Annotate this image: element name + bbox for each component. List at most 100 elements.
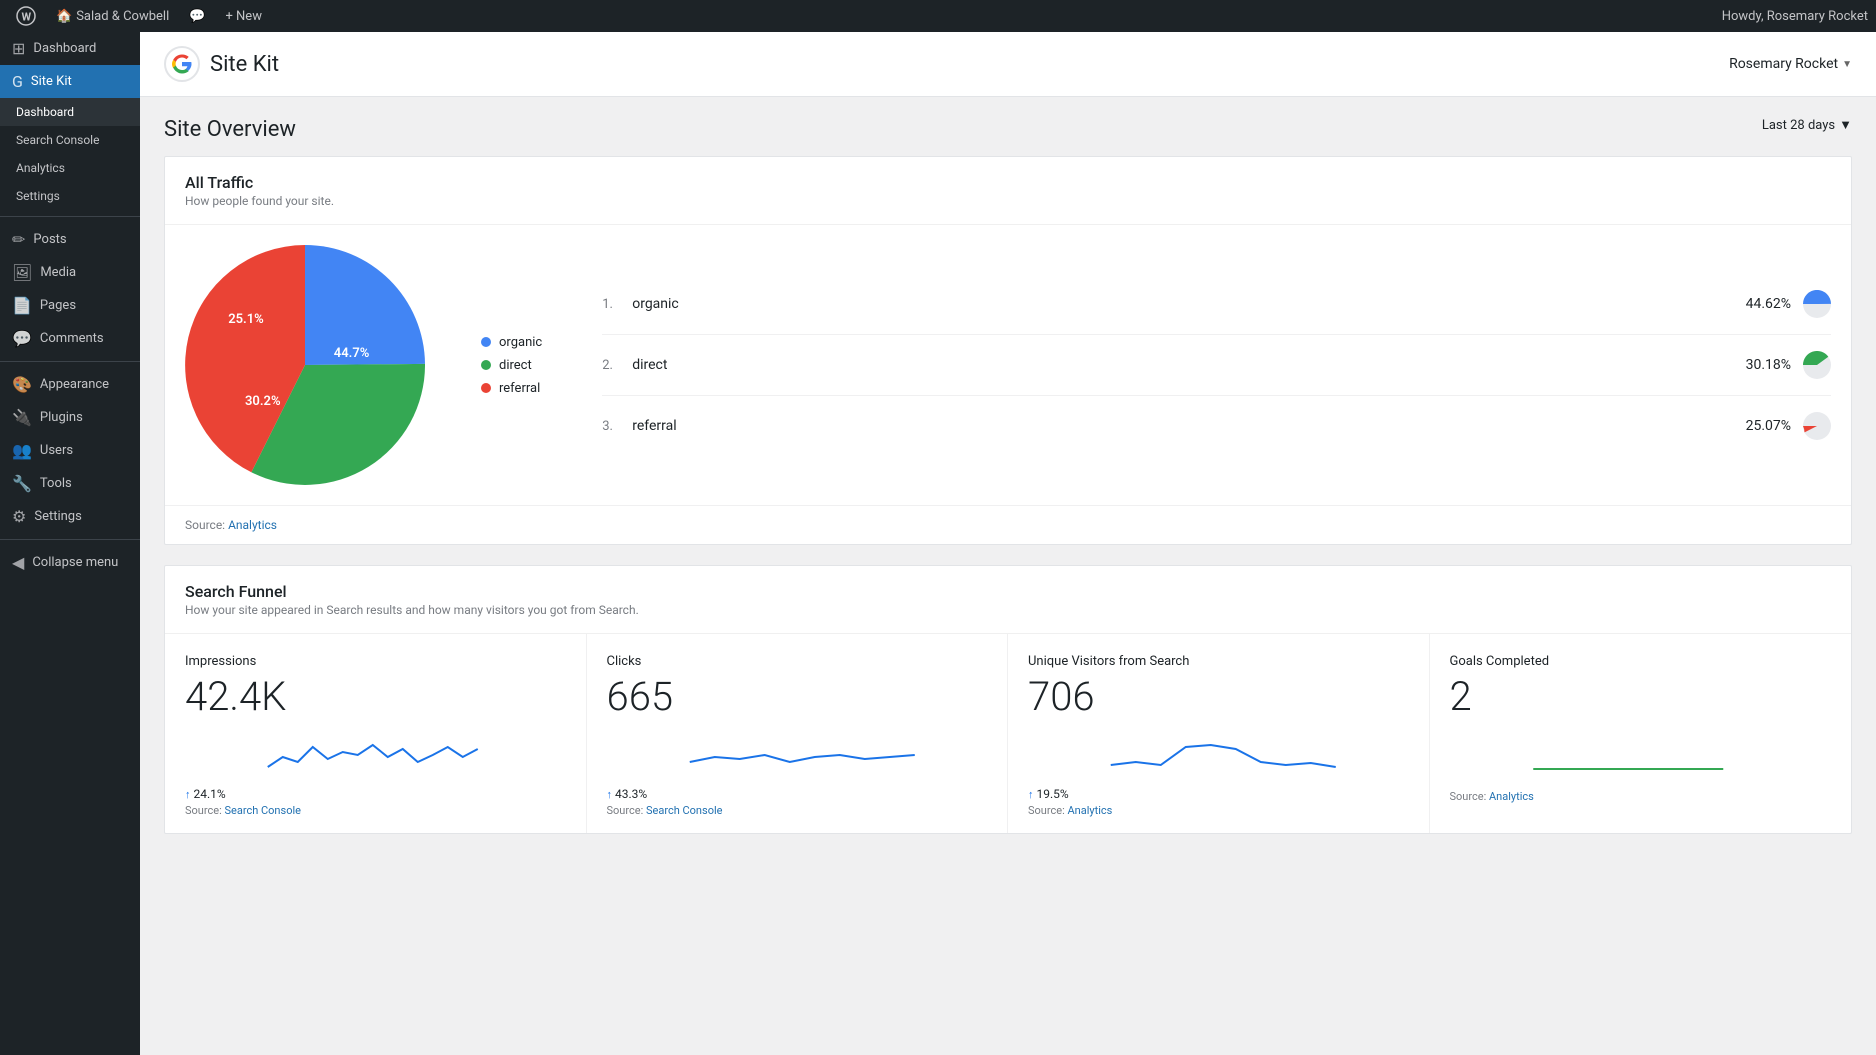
goals-source-link[interactable]: Analytics — [1489, 790, 1534, 803]
sidebar-sitekit-label: Site Kit — [31, 74, 72, 89]
pages-icon: 📄 — [12, 296, 32, 315]
sitekit-icon: G — [12, 72, 23, 91]
sidebar-divider-2 — [0, 361, 140, 362]
plugin-name-label: Site Kit — [210, 52, 279, 77]
funnel-grid: Impressions 42.4K ↑ 24.1% Source: Search… — [165, 634, 1851, 833]
new-label: + New — [225, 9, 262, 24]
howdy-text: Howdy, Rosemary Rocket — [1722, 9, 1868, 24]
users-icon: 👥 — [12, 441, 32, 460]
comments-button[interactable]: 💬 — [181, 9, 213, 24]
sidebar-sub-analytics[interactable]: Analytics — [0, 154, 140, 182]
row-label-organic: organic — [632, 296, 679, 312]
traffic-table: 1. organic 44.62% — [602, 274, 1831, 456]
collapse-label: Collapse menu — [32, 555, 118, 570]
mini-pie-organic — [1803, 290, 1831, 318]
sidebar-sub-dashboard[interactable]: Dashboard — [0, 98, 140, 126]
site-name-button[interactable]: 🏠 Salad & Cowbell — [48, 9, 177, 24]
clicks-source: Source: Search Console — [607, 804, 988, 817]
sidebar-sub-settings[interactable]: Settings — [0, 182, 140, 210]
traffic-row-organic-left: 1. organic — [602, 296, 679, 312]
traffic-source-link[interactable]: Analytics — [228, 518, 277, 532]
goals-value: 2 — [1450, 675, 1832, 719]
legend-dot-referral — [481, 383, 491, 393]
legend-label-direct: direct — [499, 358, 532, 373]
sidebar-item-collapse[interactable]: ◀ Collapse menu — [0, 546, 140, 579]
funnel-unique-visitors: Unique Visitors from Search 706 ↑ 19.5% … — [1008, 634, 1430, 833]
legend-label-referral: referral — [499, 381, 540, 396]
legend-direct: direct — [481, 358, 542, 373]
organic-pct: 44.62% — [1746, 296, 1791, 312]
funnel-clicks: Clicks 665 ↑ 43.3% Source: Search Consol… — [587, 634, 1009, 833]
settings-label: Settings — [34, 509, 81, 524]
adminbar-left: W 🏠 Salad & Cowbell 💬 + New — [8, 6, 270, 26]
goals-sparkline — [1450, 727, 1832, 777]
row-label-direct: direct — [632, 357, 667, 373]
svg-text:W: W — [22, 11, 32, 24]
impressions-source: Source: Search Console — [185, 804, 566, 817]
comments-icon: 💬 — [189, 9, 205, 24]
impressions-change: ↑ 24.1% — [185, 787, 566, 801]
pages-label: Pages — [40, 298, 76, 313]
traffic-source-label: Source: — [185, 518, 225, 532]
legend-dot-direct — [481, 360, 491, 370]
legend-referral: referral — [481, 381, 542, 396]
sidebar-item-tools[interactable]: 🔧 Tools — [0, 467, 140, 500]
all-traffic-title: All Traffic — [185, 173, 1831, 192]
direct-pct: 30.18% — [1746, 357, 1791, 373]
traffic-layout: 44.7% 30.2% 25.1% organic — [185, 245, 1831, 485]
user-name-label: Rosemary Rocket — [1729, 56, 1838, 72]
new-button[interactable]: + New — [217, 9, 270, 24]
wp-logo-button[interactable]: W — [8, 6, 44, 26]
goals-label: Goals Completed — [1450, 654, 1832, 669]
clicks-source-link[interactable]: Search Console — [646, 804, 722, 817]
traffic-row-direct: 2. direct 30.18% — [602, 335, 1831, 396]
date-range-dropdown[interactable]: Last 28 days ▼ — [1762, 117, 1852, 133]
user-dropdown[interactable]: Rosemary Rocket ▼ — [1729, 56, 1852, 72]
mini-pie-referral — [1803, 412, 1831, 440]
plugins-icon: 🔌 — [12, 408, 32, 427]
search-funnel-title: Search Funnel — [185, 582, 1831, 601]
row-num-3: 3. — [602, 419, 622, 434]
sidebar-item-users[interactable]: 👥 Users — [0, 434, 140, 467]
row-label-referral: referral — [632, 418, 676, 434]
legend-label-organic: organic — [499, 335, 542, 350]
sidebar-item-comments[interactable]: 💬 Comments — [0, 322, 140, 355]
sidebar-sub-search-console[interactable]: Search Console — [0, 126, 140, 154]
sidebar-item-dashboard[interactable]: ⊞ Dashboard — [0, 32, 140, 65]
sub-search-console-label: Search Console — [16, 133, 99, 147]
sidebar-item-appearance[interactable]: 🎨 Appearance — [0, 368, 140, 401]
impressions-source-link[interactable]: Search Console — [224, 804, 300, 817]
impressions-arrow-icon: ↑ — [185, 788, 191, 801]
sidebar-item-sitekit[interactable]: G Site Kit — [0, 65, 140, 98]
comments-sidebar-icon: 💬 — [12, 329, 32, 348]
legend-organic: organic — [481, 335, 542, 350]
tools-label: Tools — [40, 476, 72, 491]
clicks-label: Clicks — [607, 654, 988, 669]
posts-icon: ✏ — [12, 230, 25, 249]
sidebar-item-posts[interactable]: ✏ Posts — [0, 223, 140, 256]
referral-pct: 25.07% — [1746, 418, 1791, 434]
unique-visitors-label: Unique Visitors from Search — [1028, 654, 1409, 669]
google-g-logo — [164, 46, 200, 82]
page-title: Site Overview — [164, 117, 296, 142]
impressions-value: 42.4K — [185, 675, 566, 719]
traffic-row-direct-right: 30.18% — [1746, 351, 1831, 379]
section-header: Site Overview Last 28 days ▼ — [164, 117, 1852, 142]
sidebar-item-media[interactable]: 🖼 Media — [0, 256, 140, 289]
impressions-change-value: 24.1% — [194, 787, 226, 801]
traffic-row-organic-right: 44.62% — [1746, 290, 1831, 318]
sidebar-divider-1 — [0, 216, 140, 217]
clicks-arrow-icon: ↑ — [607, 788, 613, 801]
sidebar-item-settings[interactable]: ⚙ Settings — [0, 500, 140, 533]
main-area: Site Kit Rosemary Rocket ▼ Site Overview… — [140, 32, 1876, 1055]
sidebar-item-pages[interactable]: 📄 Pages — [0, 289, 140, 322]
sidebar-divider-3 — [0, 539, 140, 540]
unique-visitors-change-value: 19.5% — [1037, 787, 1069, 801]
unique-visitors-sparkline — [1028, 727, 1409, 777]
sidebar-item-plugins[interactable]: 🔌 Plugins — [0, 401, 140, 434]
all-traffic-card: All Traffic How people found your site. — [164, 156, 1852, 545]
unique-visitors-source-link[interactable]: Analytics — [1067, 804, 1112, 817]
adminbar-right: Howdy, Rosemary Rocket — [1722, 9, 1868, 24]
plugins-label: Plugins — [40, 410, 83, 425]
dashboard-icon: ⊞ — [12, 39, 25, 58]
